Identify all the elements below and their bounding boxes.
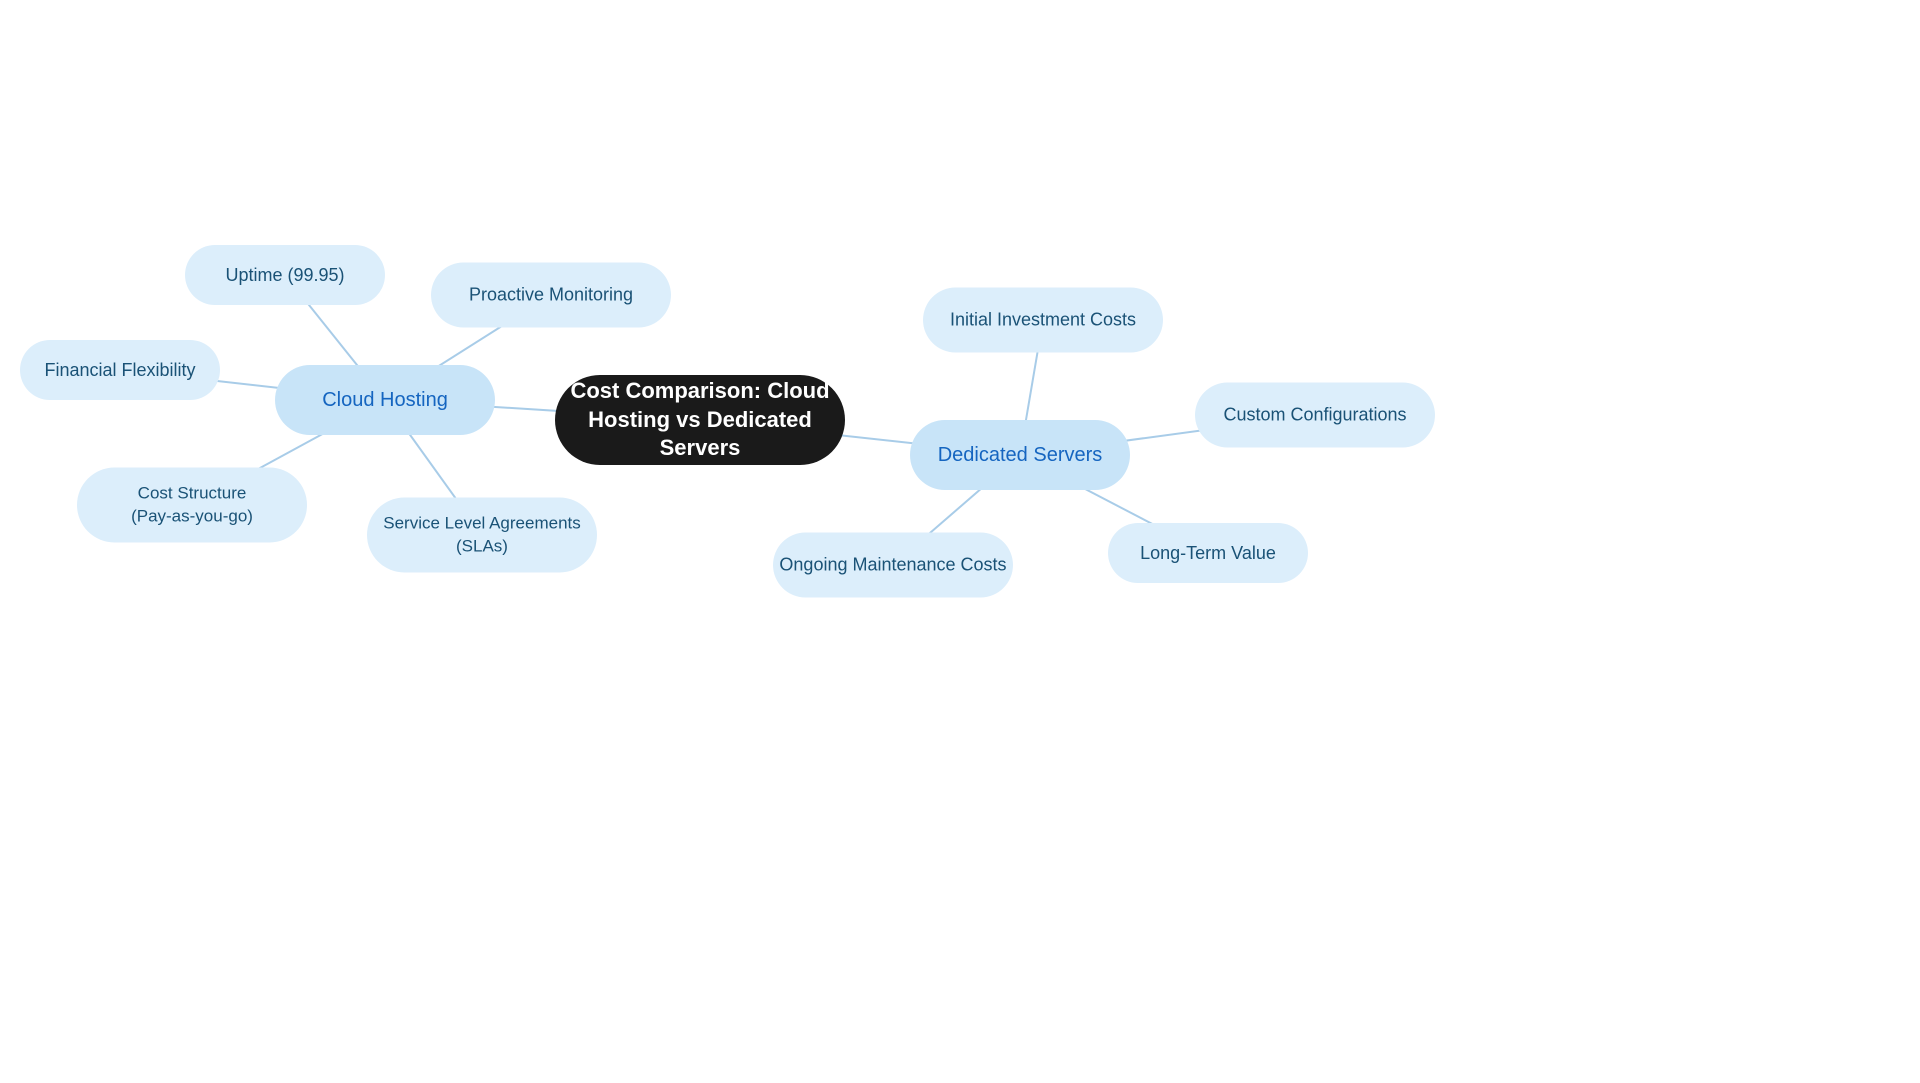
cost-structure-node: Cost Structure (Pay-as-you-go) <box>77 468 307 543</box>
long-term-value-node: Long-Term Value <box>1108 523 1308 583</box>
mind-map-container: Cost Comparison: Cloud Hosting vs Dedica… <box>0 0 1920 1083</box>
dedicated-servers-node: Dedicated Servers <box>910 420 1130 490</box>
ongoing-maintenance-node: Ongoing Maintenance Costs <box>773 533 1013 598</box>
uptime-node: Uptime (99.95) <box>185 245 385 305</box>
custom-configurations-node: Custom Configurations <box>1195 383 1435 448</box>
financial-flexibility-node: Financial Flexibility <box>20 340 220 400</box>
proactive-monitoring-node: Proactive Monitoring <box>431 263 671 328</box>
initial-investment-node: Initial Investment Costs <box>923 288 1163 353</box>
cloud-hosting-node: Cloud Hosting <box>275 365 495 435</box>
sla-node: Service Level Agreements (SLAs) <box>367 498 597 573</box>
center-node: Cost Comparison: Cloud Hosting vs Dedica… <box>555 375 845 465</box>
